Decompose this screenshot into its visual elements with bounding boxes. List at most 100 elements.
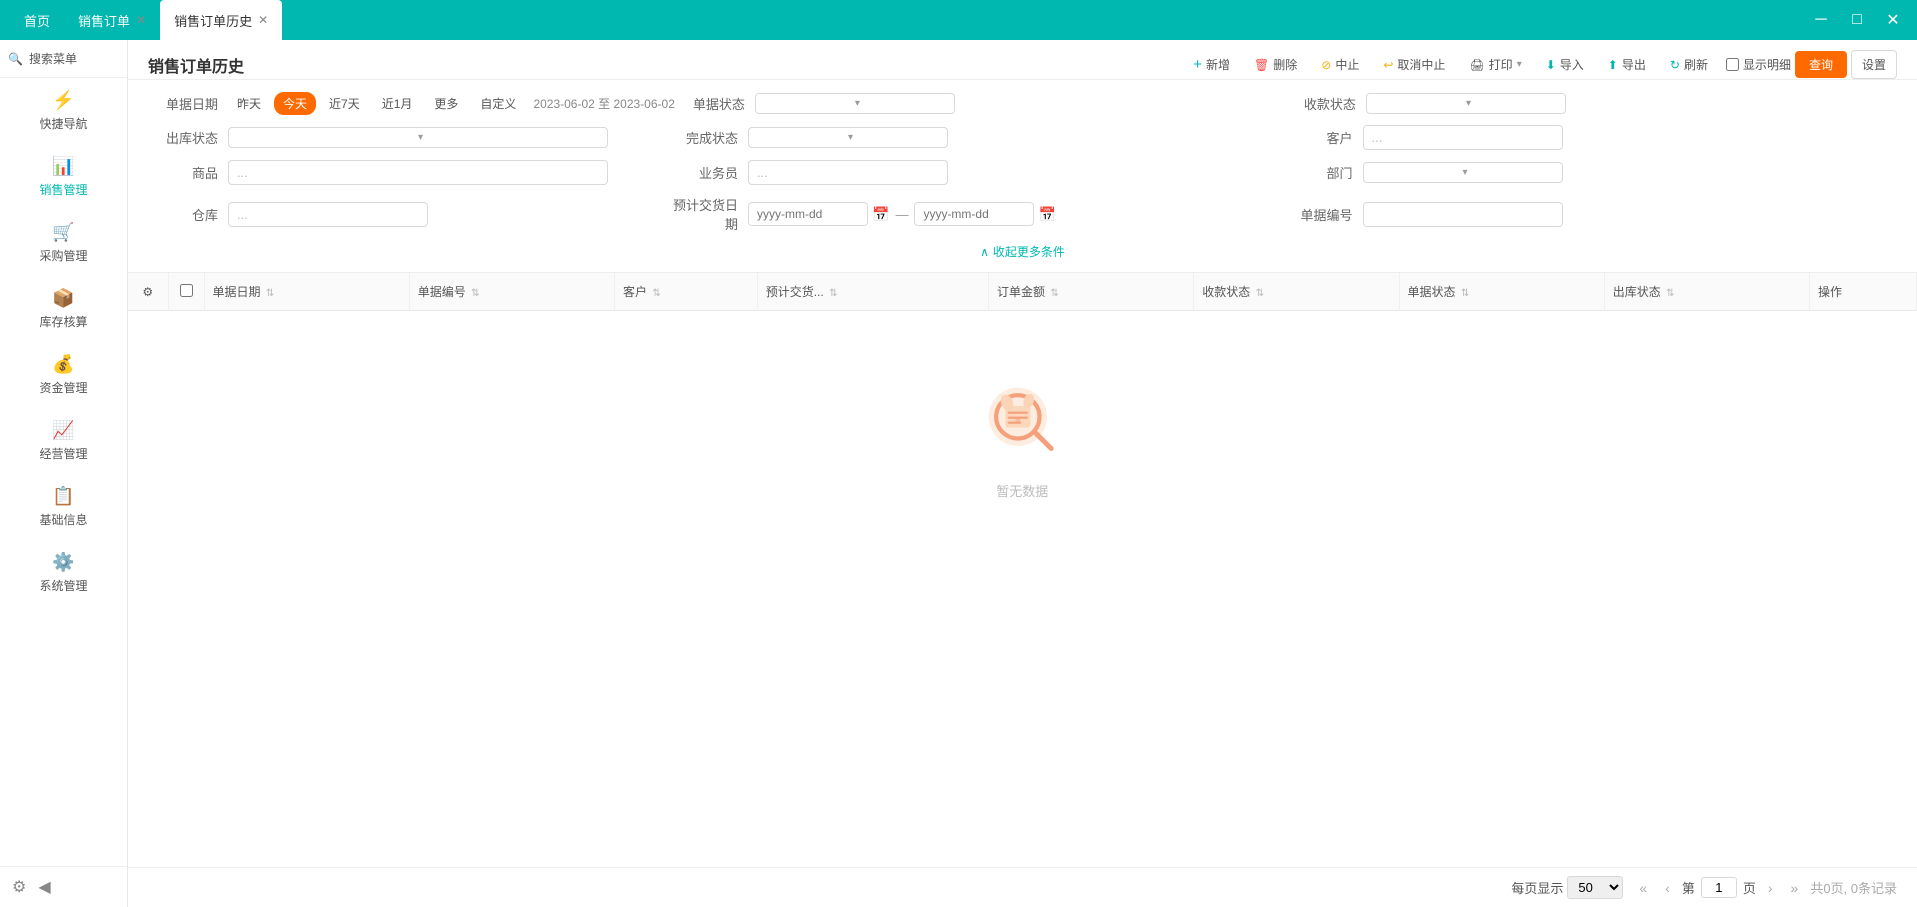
stop-button[interactable]: ⊘ 中止 bbox=[1311, 51, 1369, 78]
customer-label: 客户 bbox=[1283, 128, 1363, 147]
delete-icon: 🗑 bbox=[1254, 58, 1269, 72]
warehouse-select[interactable]: ... bbox=[228, 202, 428, 227]
total-info: 共0页, 0条记录 bbox=[1810, 878, 1897, 897]
last-page-button[interactable]: » bbox=[1785, 878, 1805, 898]
import-button[interactable]: ⬇ 导入 bbox=[1536, 51, 1594, 78]
minimize-button[interactable]: ─ bbox=[1807, 6, 1835, 34]
maximize-button[interactable]: □ bbox=[1843, 6, 1871, 34]
cancel-stop-label: 取消中止 bbox=[1397, 56, 1445, 73]
tab-sales-order-history[interactable]: 销售订单历史 ✕ bbox=[160, 0, 282, 40]
tab-sales-order[interactable]: 销售订单 ✕ bbox=[64, 0, 160, 40]
product-select[interactable]: ... bbox=[228, 160, 608, 185]
query-button[interactable]: 查询 bbox=[1795, 51, 1847, 78]
collapse-filter-btn[interactable]: ∧ 收起更多条件 bbox=[148, 243, 1897, 260]
show-detail-input[interactable] bbox=[1726, 58, 1739, 71]
ship-status-select[interactable]: ▾ bbox=[228, 127, 608, 148]
th-amount[interactable]: 订单金额 ⇅ bbox=[989, 273, 1194, 311]
th-order-status[interactable]: 单据状态 ⇅ bbox=[1399, 273, 1604, 311]
add-icon: + bbox=[1193, 56, 1202, 73]
order-no-label: 单据编号 bbox=[1283, 205, 1363, 224]
th-settings[interactable]: ⚙ bbox=[128, 273, 168, 311]
sidebar-collapse-icon[interactable]: ◀ bbox=[38, 877, 50, 897]
delivery-date-end[interactable] bbox=[914, 202, 1034, 226]
date-pill-today[interactable]: 今天 bbox=[274, 92, 316, 115]
purchase-mgmt-icon: 🛒 bbox=[52, 222, 74, 243]
order-status-label: 单据状态 bbox=[675, 94, 755, 113]
th-delivery-date[interactable]: 预计交货... ⇅ bbox=[757, 273, 988, 311]
tab-home-label: 首页 bbox=[24, 11, 50, 30]
page-size-select[interactable]: 50 100 200 bbox=[1567, 876, 1623, 899]
close-window-button[interactable]: ✕ bbox=[1879, 6, 1907, 34]
main-layout: 🔍 搜索菜单 ⚡ 快捷导航 📊 销售管理 🛒 采购管理 📦 库存核算 💰 资金管… bbox=[0, 40, 1917, 907]
page-number-input[interactable] bbox=[1701, 877, 1737, 898]
filter-salesperson-col: 业务员 ... bbox=[668, 160, 1283, 185]
date-pill-more[interactable]: 更多 bbox=[425, 92, 467, 115]
empty-svg bbox=[972, 371, 1072, 471]
sidebar-item-quick-nav[interactable]: ⚡ 快捷导航 bbox=[0, 78, 127, 144]
print-button[interactable]: 🖨 打印 ▾ bbox=[1459, 51, 1531, 78]
tab-sales-order-close[interactable]: ✕ bbox=[136, 13, 146, 27]
customer-select[interactable]: ... bbox=[1363, 125, 1563, 150]
th-date[interactable]: 单据日期 ⇅ bbox=[204, 273, 409, 311]
payment-status-select[interactable]: ▾ bbox=[1366, 93, 1566, 114]
pagination: « ‹ 第 页 › » 共0页, 0条记录 bbox=[1633, 877, 1897, 898]
delete-button[interactable]: 🗑 删除 bbox=[1244, 51, 1307, 78]
refresh-button[interactable]: ↻ 刷新 bbox=[1660, 51, 1718, 78]
date-pill-1month[interactable]: 近1月 bbox=[373, 92, 422, 115]
complete-status-select[interactable]: ▾ bbox=[748, 127, 948, 148]
sidebar-item-basic-info[interactable]: 📋 基础信息 bbox=[0, 474, 127, 540]
first-page-button[interactable]: « bbox=[1633, 878, 1653, 898]
sys-mgmt-icon: ⚙️ bbox=[52, 552, 74, 573]
empty-illustration bbox=[972, 371, 1072, 471]
date-pill-yesterday[interactable]: 昨天 bbox=[228, 92, 270, 115]
sidebar-item-finance-mgmt[interactable]: 💰 资金管理 bbox=[0, 342, 127, 408]
department-arrow: ▾ bbox=[1463, 167, 1554, 178]
date-pill-custom[interactable]: 自定义 bbox=[471, 92, 525, 115]
warehouse-label: 仓库 bbox=[148, 205, 228, 224]
show-detail-checkbox[interactable]: 显示明细 bbox=[1726, 56, 1791, 73]
th-order-status-label: 单据状态 bbox=[1408, 285, 1456, 299]
order-status-select[interactable]: ▾ bbox=[755, 93, 955, 114]
sidebar-item-purchase-mgmt[interactable]: 🛒 采购管理 bbox=[0, 210, 127, 276]
date-dash: — bbox=[895, 207, 908, 222]
sidebar-item-inventory-mgmt[interactable]: 📦 库存核算 bbox=[0, 276, 127, 342]
sidebar-item-sales-mgmt[interactable]: 📊 销售管理 bbox=[0, 144, 127, 210]
th-ship-status[interactable]: 出库状态 ⇅ bbox=[1604, 273, 1809, 311]
delete-label: 删除 bbox=[1273, 56, 1297, 73]
check-all[interactable] bbox=[180, 284, 193, 297]
prev-page-button[interactable]: ‹ bbox=[1659, 878, 1676, 898]
tab-sales-order-history-close[interactable]: ✕ bbox=[258, 13, 268, 27]
order-no-input[interactable] bbox=[1363, 202, 1563, 227]
department-label: 部门 bbox=[1283, 163, 1363, 182]
th-ship-status-sort: ⇅ bbox=[1666, 288, 1674, 299]
calendar-start-icon[interactable]: 📅 bbox=[872, 206, 889, 223]
tab-home[interactable]: 首页 bbox=[10, 0, 64, 40]
payment-status-arrow: ▾ bbox=[1466, 98, 1557, 109]
filter-ship-status-col: 出库状态 ▾ bbox=[148, 127, 668, 148]
th-order-no[interactable]: 单据编号 ⇅ bbox=[409, 273, 614, 311]
table-head: ⚙ 单据日期 ⇅ 单据编号 ⇅ 客户 ⇅ bbox=[128, 273, 1917, 311]
next-page-button[interactable]: › bbox=[1762, 878, 1779, 898]
department-select[interactable]: ▾ bbox=[1363, 162, 1563, 183]
th-check[interactable] bbox=[168, 273, 204, 311]
th-payment-status[interactable]: 收款状态 ⇅ bbox=[1194, 273, 1399, 311]
search-menu[interactable]: 🔍 搜索菜单 bbox=[0, 40, 127, 78]
salesperson-select[interactable]: ... bbox=[748, 160, 948, 185]
filter-area: 单据日期 昨天 今天 近7天 近1月 更多 自定义 2023-06-02 至 2… bbox=[128, 80, 1917, 273]
sidebar-item-finance-mgmt-label: 资金管理 bbox=[39, 379, 87, 396]
sidebar-settings-icon[interactable]: ⚙ bbox=[12, 877, 26, 897]
export-button[interactable]: ⬆ 导出 bbox=[1598, 51, 1656, 78]
settings-button[interactable]: 设置 bbox=[1851, 50, 1897, 79]
refresh-label: 刷新 bbox=[1684, 56, 1708, 73]
cancel-stop-button[interactable]: ↩ 取消中止 bbox=[1373, 51, 1455, 78]
calendar-end-icon[interactable]: 📅 bbox=[1038, 206, 1055, 223]
add-button[interactable]: + 新增 bbox=[1183, 51, 1240, 78]
sidebar-item-ops-mgmt[interactable]: 📈 经营管理 bbox=[0, 408, 127, 474]
th-customer[interactable]: 客户 ⇅ bbox=[615, 273, 758, 311]
date-pill-7days[interactable]: 近7天 bbox=[320, 92, 369, 115]
delivery-date-start[interactable] bbox=[748, 202, 868, 226]
window-controls: ─ □ ✕ bbox=[1807, 6, 1907, 34]
data-table: ⚙ 单据日期 ⇅ 单据编号 ⇅ 客户 ⇅ bbox=[128, 273, 1917, 560]
sidebar-item-sales-mgmt-label: 销售管理 bbox=[39, 181, 87, 198]
sidebar-item-sys-mgmt[interactable]: ⚙️ 系统管理 bbox=[0, 540, 127, 606]
